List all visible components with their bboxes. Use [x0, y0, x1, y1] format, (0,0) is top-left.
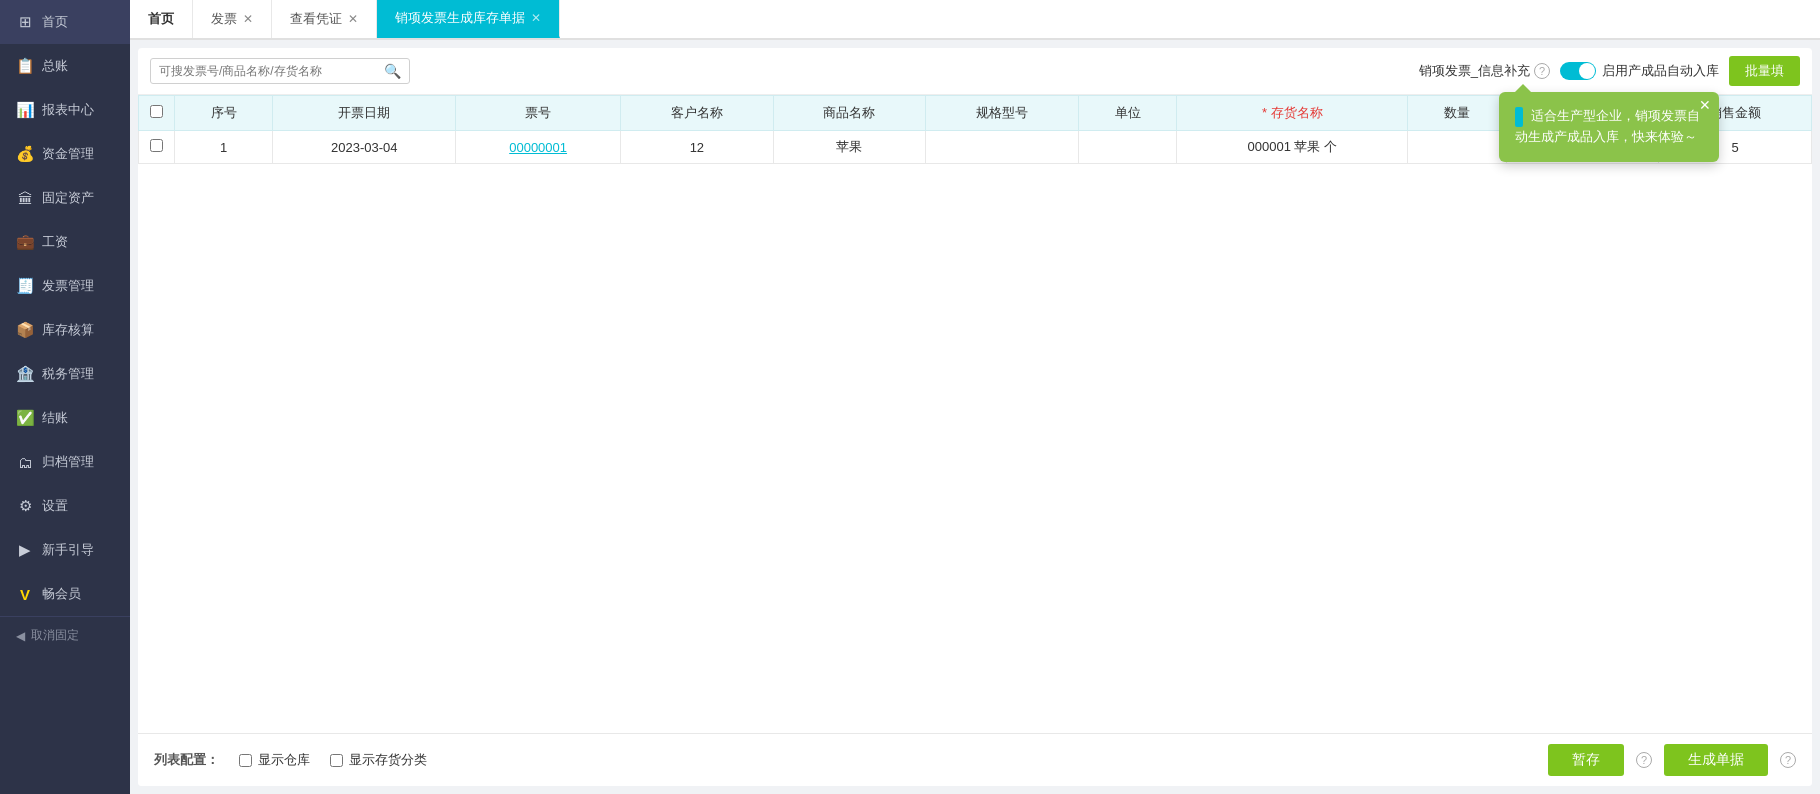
td-spec — [926, 131, 1079, 164]
settings-icon: ⚙ — [16, 497, 34, 515]
th-spec: 规格型号 — [926, 96, 1079, 131]
vip-icon: V — [16, 586, 34, 603]
th-date: 开票日期 — [273, 96, 456, 131]
tab-home[interactable]: 首页 — [130, 0, 193, 38]
tooltip-close-button[interactable]: ✕ — [1699, 98, 1711, 112]
row-checkbox[interactable] — [150, 139, 163, 152]
search-box[interactable]: 🔍 — [150, 58, 410, 84]
tab-view-voucher-close[interactable]: ✕ — [348, 12, 358, 26]
settlement-icon: ✅ — [16, 409, 34, 427]
td-date: 2023-03-04 — [273, 131, 456, 164]
sidebar-item-capital-management[interactable]: 💰 资金管理 — [0, 132, 130, 176]
show-inventory-category-item: 显示存货分类 — [330, 751, 427, 769]
select-all-checkbox[interactable] — [150, 105, 163, 118]
search-input[interactable] — [159, 64, 378, 78]
show-inventory-category-checkbox[interactable] — [330, 754, 343, 767]
td-number[interactable]: 00000001 — [456, 131, 621, 164]
sidebar-item-general-ledger[interactable]: 📋 总账 — [0, 44, 130, 88]
sidebar-item-inventory[interactable]: 📦 库存核算 — [0, 308, 130, 352]
save-help-icon[interactable]: ? — [1636, 752, 1652, 768]
auto-warehouse-toggle[interactable] — [1560, 62, 1596, 80]
generate-help-icon[interactable]: ? — [1780, 752, 1796, 768]
tax-icon: 🏦 — [16, 365, 34, 383]
main-area: 首页 发票 ✕ 查看凭证 ✕ 销项发票生成库存单据 ✕ 🔍 销项发票_信息补充 … — [130, 0, 1820, 794]
sidebar-item-archive-management[interactable]: 🗂 归档管理 — [0, 440, 130, 484]
invoice-icon: 🧾 — [16, 277, 34, 295]
search-icon: 🔍 — [384, 63, 401, 79]
show-warehouse-item: 显示仓库 — [239, 751, 310, 769]
th-unit: 单位 — [1078, 96, 1176, 131]
toggle-knob — [1579, 63, 1595, 79]
generate-button[interactable]: 生成单据 — [1664, 744, 1768, 776]
tooltip-indicator — [1515, 107, 1523, 127]
home-icon: ⊞ — [16, 13, 34, 31]
payroll-icon: 💼 — [16, 233, 34, 251]
tab-invoice[interactable]: 发票 ✕ — [193, 0, 272, 38]
list-config-label: 列表配置： — [154, 751, 219, 769]
tab-sales-invoice[interactable]: 销项发票生成库存单据 ✕ — [377, 0, 560, 38]
sidebar: ⊞ 首页 📋 总账 📊 报表中心 💰 资金管理 🏛 固定资产 💼 工资 🧾 发票… — [0, 0, 130, 794]
td-seq: 1 — [175, 131, 273, 164]
toolbar: 🔍 销项发票_信息补充 ? 启用产成品自动入库 适合生产型企业，销项发票自动生成… — [138, 48, 1812, 95]
th-checkbox — [139, 96, 175, 131]
th-product: 商品名称 — [773, 96, 926, 131]
sidebar-item-beginner-guide[interactable]: ▶ 新手引导 — [0, 528, 130, 572]
th-number: 票号 — [456, 96, 621, 131]
sidebar-item-settings[interactable]: ⚙ 设置 — [0, 484, 130, 528]
inventory-icon: 📦 — [16, 321, 34, 339]
sidebar-item-vip[interactable]: V 畅会员 — [0, 572, 130, 616]
sidebar-item-report-center[interactable]: 📊 报表中心 — [0, 88, 130, 132]
th-quantity: 数量 — [1408, 96, 1506, 131]
save-button[interactable]: 暂存 — [1548, 744, 1624, 776]
sidebar-item-home[interactable]: ⊞ 首页 — [0, 0, 130, 44]
assets-icon: 🏛 — [16, 190, 34, 207]
sidebar-item-fixed-assets[interactable]: 🏛 固定资产 — [0, 176, 130, 220]
pin-icon: ◀ — [16, 629, 25, 643]
capital-icon: 💰 — [16, 145, 34, 163]
sidebar-item-payroll[interactable]: 💼 工资 — [0, 220, 130, 264]
td-customer: 12 — [621, 131, 774, 164]
toggle-area: 启用产成品自动入库 适合生产型企业，销项发票自动生成产成品入库，快来体验～ ✕ — [1560, 62, 1719, 80]
content-area: 🔍 销项发票_信息补充 ? 启用产成品自动入库 适合生产型企业，销项发票自动生成… — [138, 48, 1812, 786]
tab-bar: 首页 发票 ✕ 查看凭证 ✕ 销项发票生成库存单据 ✕ — [130, 0, 1820, 40]
archive-icon: 🗂 — [16, 454, 34, 471]
td-product: 苹果 — [773, 131, 926, 164]
td-inventory: 000001 苹果 个 — [1177, 131, 1408, 164]
report-icon: 📊 — [16, 101, 34, 119]
th-customer: 客户名称 — [621, 96, 774, 131]
td-quantity — [1408, 131, 1506, 164]
batch-fill-button[interactable]: 批量填 — [1729, 56, 1800, 86]
sidebar-item-settlement[interactable]: ✅ 结账 — [0, 396, 130, 440]
show-warehouse-checkbox[interactable] — [239, 754, 252, 767]
info-label-area: 销项发票_信息补充 ? — [1419, 62, 1550, 80]
footer: 列表配置： 显示仓库 显示存货分类 暂存 ? 生成单据 ? — [138, 733, 1812, 786]
th-inventory: * 存货名称 — [1177, 96, 1408, 131]
tooltip-popup: 适合生产型企业，销项发票自动生成产成品入库，快来体验～ ✕ — [1499, 92, 1719, 162]
td-checkbox — [139, 131, 175, 164]
tab-view-voucher[interactable]: 查看凭证 ✕ — [272, 0, 377, 38]
sidebar-item-invoice-management[interactable]: 🧾 发票管理 — [0, 264, 130, 308]
guide-icon: ▶ — [16, 541, 34, 559]
footer-buttons: 暂存 ? 生成单据 ? — [1548, 744, 1796, 776]
tab-sales-invoice-close[interactable]: ✕ — [531, 11, 541, 25]
th-seq: 序号 — [175, 96, 273, 131]
tab-invoice-close[interactable]: ✕ — [243, 12, 253, 26]
table-wrap: 序号 开票日期 票号 客户名称 商品名称 规格型号 单位 * 存货名称 数量 销… — [138, 95, 1812, 733]
td-unit — [1078, 131, 1176, 164]
info-help-icon[interactable]: ? — [1534, 63, 1550, 79]
sidebar-pin-button[interactable]: ◀ 取消固定 — [0, 616, 130, 654]
sidebar-item-tax-management[interactable]: 🏦 税务管理 — [0, 352, 130, 396]
ledger-icon: 📋 — [16, 57, 34, 75]
